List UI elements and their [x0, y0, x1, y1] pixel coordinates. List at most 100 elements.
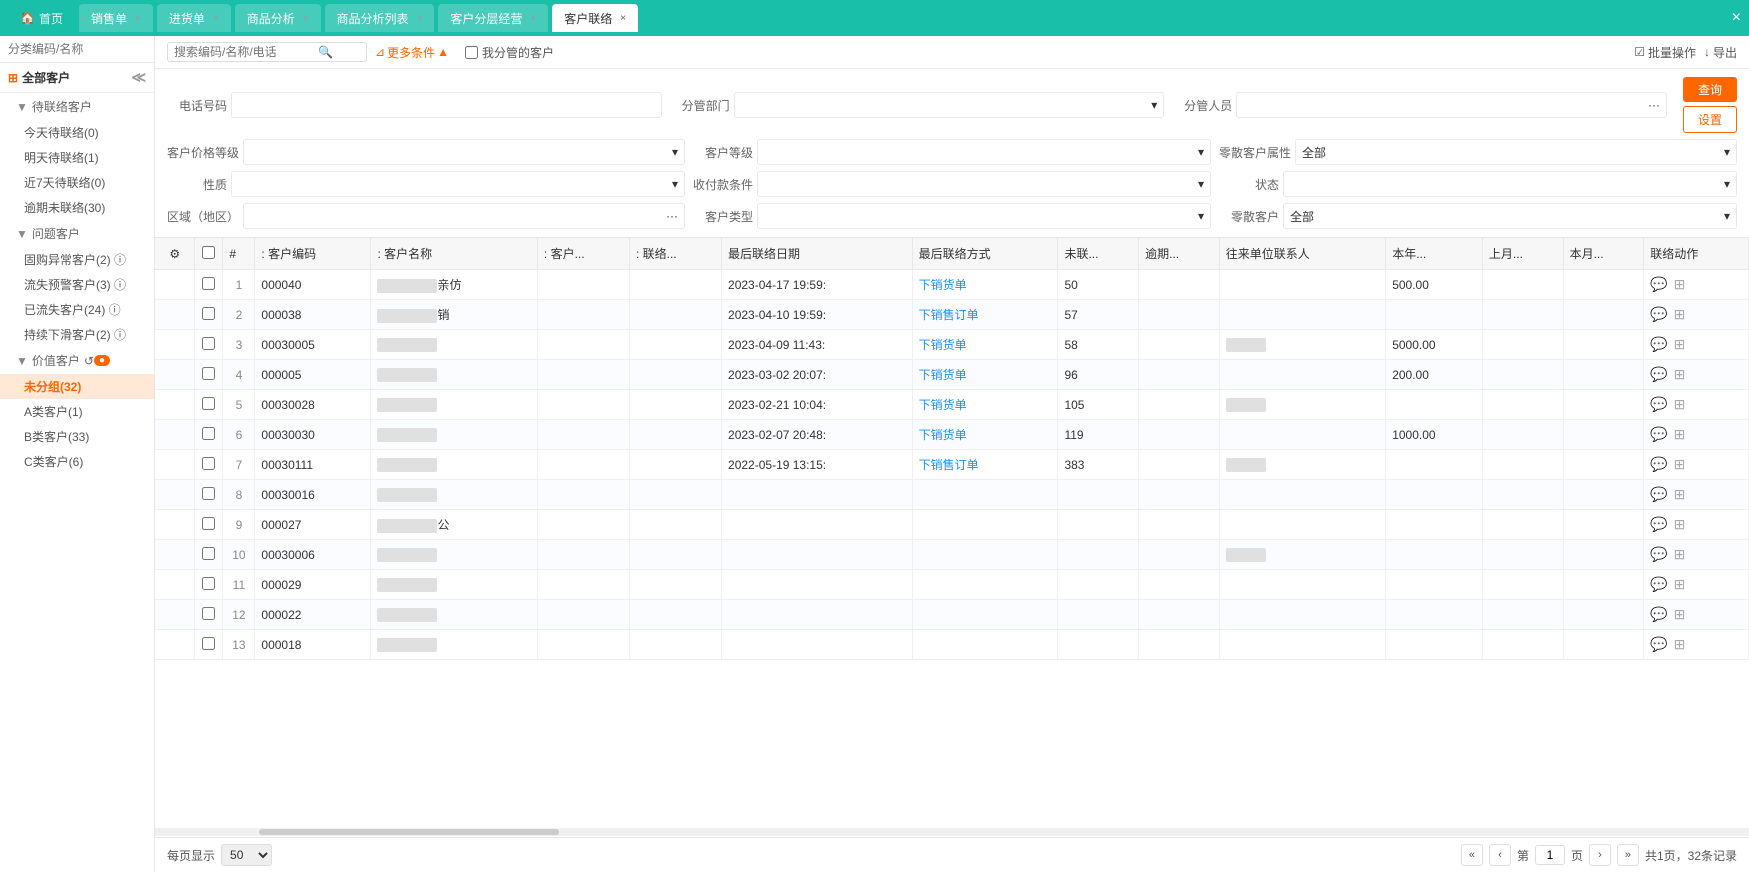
settings-icon[interactable]: ⚙ [169, 247, 180, 261]
tab-sales-order[interactable]: 销售单 × [79, 4, 153, 32]
row-checkbox[interactable] [202, 307, 215, 320]
next-page-btn[interactable]: › [1589, 844, 1611, 866]
col-not-contact-header[interactable]: 未联... [1058, 238, 1139, 270]
row-checkbox[interactable] [202, 487, 215, 500]
grid-action-icon[interactable]: ⊞ [1674, 396, 1686, 413]
search-box-icon[interactable]: 🔍 [318, 45, 333, 59]
price-level-select[interactable]: ▾ [243, 139, 685, 165]
retail-attr-select[interactable]: 全部 ▾ [1295, 139, 1737, 165]
comment-icon[interactable]: 💬 [1650, 306, 1667, 323]
close-product-analysis-icon[interactable]: × [303, 13, 309, 24]
sidebar-group-a[interactable]: A类客户(1) [0, 399, 154, 424]
col-this-month-header[interactable]: 本月... [1563, 238, 1644, 270]
row-checkbox[interactable] [202, 607, 215, 620]
page-number-input[interactable] [1535, 845, 1565, 865]
comment-icon[interactable]: 💬 [1650, 546, 1667, 563]
grid-action-icon[interactable]: ⊞ [1674, 276, 1686, 293]
grid-action-icon[interactable]: ⊞ [1674, 306, 1686, 323]
sidebar-today-contact[interactable]: 今天待联络(0) [0, 120, 154, 145]
grid-action-icon[interactable]: ⊞ [1674, 486, 1686, 503]
close-purchase-tab-icon[interactable]: × [213, 13, 219, 24]
pay-terms-select[interactable]: ▾ [757, 171, 1211, 197]
grid-action-icon[interactable]: ⊞ [1674, 336, 1686, 353]
export-btn[interactable]: ↓ 导出 [1704, 44, 1737, 61]
sidebar-tomorrow-contact[interactable]: 明天待联络(1) [0, 145, 154, 170]
tab-product-list[interactable]: 商品分析列表 × [325, 4, 435, 32]
row-checkbox[interactable] [202, 397, 215, 410]
row-checkbox[interactable] [202, 337, 215, 350]
comment-icon[interactable]: 💬 [1650, 396, 1667, 413]
refresh-icon[interactable]: ↺ [84, 354, 94, 368]
sidebar-seven-day-contact[interactable]: 近7天待联络(0) [0, 170, 154, 195]
tab-purchase-order[interactable]: 进货单 × [157, 4, 231, 32]
tab-product-analysis[interactable]: 商品分析 × [235, 4, 321, 32]
comment-icon[interactable]: 💬 [1650, 336, 1667, 353]
query-btn[interactable]: 查询 [1683, 77, 1737, 102]
all-customers-header[interactable]: ⊞ 全部客户 ≪ [0, 63, 154, 93]
row-checkbox[interactable] [202, 637, 215, 650]
nature-select[interactable]: ▾ [231, 171, 685, 197]
last-method-link[interactable]: 下销售订单 [919, 308, 979, 322]
grid-action-icon[interactable]: ⊞ [1674, 426, 1686, 443]
grid-action-icon[interactable]: ⊞ [1674, 366, 1686, 383]
col-type-header[interactable]: : 客户... [537, 238, 629, 270]
prev-page-btn[interactable]: ‹ [1489, 844, 1511, 866]
last-method-link[interactable]: 下销货单 [919, 338, 967, 352]
tab-customer-contact[interactable]: 客户联络 × [552, 4, 638, 32]
col-partner-header[interactable]: 往来单位联系人 [1219, 238, 1385, 270]
sidebar-ungraded[interactable]: 未分组(32) [0, 374, 154, 399]
row-checkbox[interactable] [202, 427, 215, 440]
row-checkbox-cell[interactable] [195, 300, 223, 330]
comment-icon[interactable]: 💬 [1650, 636, 1667, 653]
col-contact-header[interactable]: : 联络... [629, 238, 721, 270]
tab-customer-layered[interactable]: 客户分层经营 × [438, 4, 548, 32]
row-checkbox-cell[interactable] [195, 510, 223, 540]
row-checkbox[interactable] [202, 367, 215, 380]
close-customer-layered-icon[interactable]: × [530, 13, 536, 24]
close-window-icon[interactable]: × [1732, 9, 1741, 27]
row-checkbox-cell[interactable] [195, 420, 223, 450]
comment-icon[interactable]: 💬 [1650, 516, 1667, 533]
settings-col-header[interactable]: ⚙ [155, 238, 195, 270]
col-this-year-header[interactable]: 本年... [1386, 238, 1483, 270]
sidebar-lost[interactable]: 已流失客户(24) ⓘ [0, 297, 154, 322]
reset-btn[interactable]: 设置 [1683, 106, 1737, 133]
comment-icon[interactable]: 💬 [1650, 456, 1667, 473]
phone-input[interactable] [231, 92, 662, 118]
row-checkbox-cell[interactable] [195, 330, 223, 360]
row-checkbox[interactable] [202, 547, 215, 560]
sidebar-value-customers[interactable]: ▼ 价值客户 ↺ ● [0, 347, 154, 374]
col-last-method-header[interactable]: 最后联络方式 [912, 238, 1058, 270]
row-checkbox[interactable] [202, 457, 215, 470]
col-last-date-header[interactable]: 最后联络日期 [722, 238, 913, 270]
bulk-operation-btn[interactable]: ☑ 批量操作 [1634, 44, 1696, 61]
row-checkbox-cell[interactable] [195, 360, 223, 390]
first-page-btn[interactable]: « [1461, 844, 1483, 866]
comment-icon[interactable]: 💬 [1650, 606, 1667, 623]
row-checkbox-cell[interactable] [195, 600, 223, 630]
comment-icon[interactable]: 💬 [1650, 486, 1667, 503]
grid-action-icon[interactable]: ⊞ [1674, 516, 1686, 533]
row-checkbox[interactable] [202, 277, 215, 290]
row-checkbox-cell[interactable] [195, 270, 223, 300]
close-sales-tab-icon[interactable]: × [135, 13, 141, 24]
retail-customer-select[interactable]: 全部 ▾ [1283, 203, 1737, 229]
status-select[interactable]: ▾ [1283, 171, 1737, 197]
sidebar-abnormal[interactable]: 固购异常客户(2) ⓘ [0, 247, 154, 272]
row-checkbox[interactable] [202, 517, 215, 530]
row-checkbox-cell[interactable] [195, 390, 223, 420]
row-checkbox-cell[interactable] [195, 630, 223, 660]
manager-select[interactable]: ··· [1236, 92, 1667, 118]
sidebar-search-input[interactable] [8, 42, 155, 56]
customer-level-select[interactable]: ▾ [757, 139, 1211, 165]
grid-action-icon[interactable]: ⊞ [1674, 606, 1686, 623]
sidebar-group-b[interactable]: B类客户(33) [0, 424, 154, 449]
checkbox-col-header[interactable] [195, 238, 223, 270]
more-conditions-btn[interactable]: ⊿ 更多条件 ▲ [375, 44, 449, 61]
collapse-icon[interactable]: ≪ [131, 69, 146, 86]
dept-select[interactable]: ▾ [734, 92, 1165, 118]
grid-action-icon[interactable]: ⊞ [1674, 636, 1686, 653]
comment-icon[interactable]: 💬 [1650, 366, 1667, 383]
search-input[interactable] [174, 45, 314, 59]
last-method-link[interactable]: 下销货单 [919, 398, 967, 412]
